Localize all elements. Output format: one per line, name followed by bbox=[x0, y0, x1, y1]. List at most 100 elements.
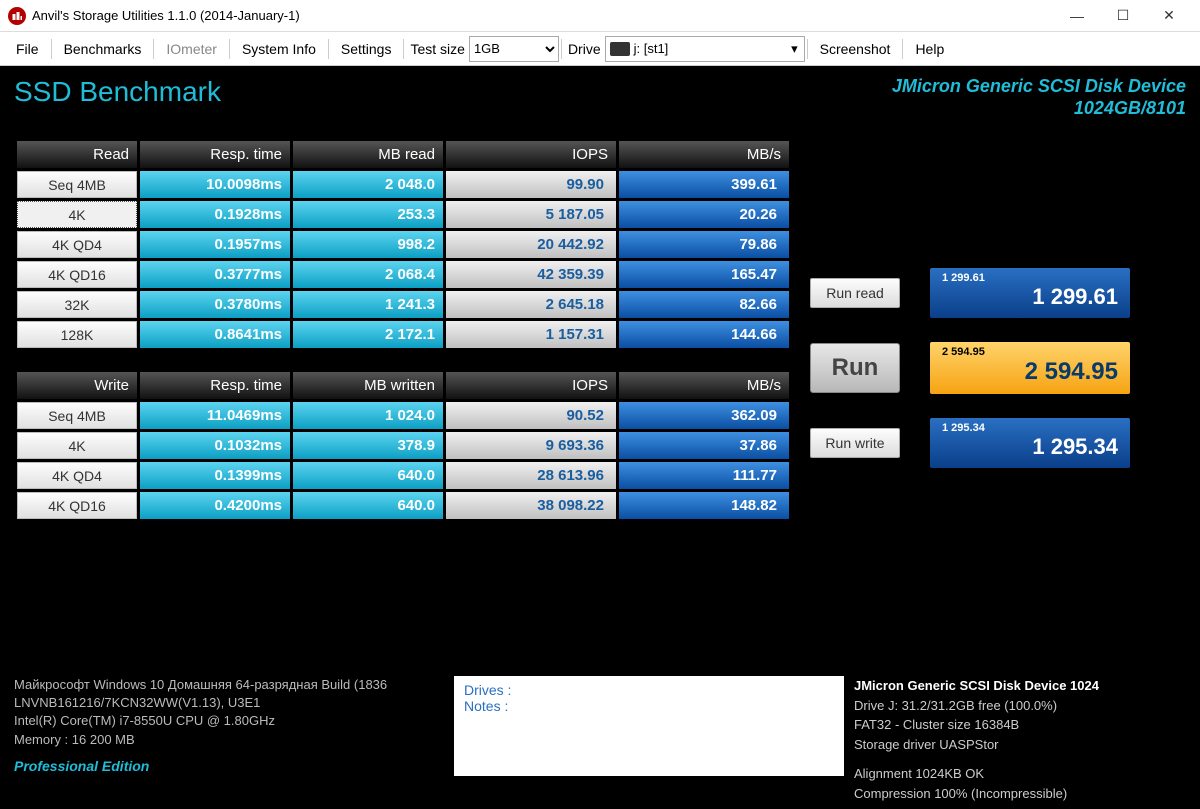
iops-header: IOPS bbox=[446, 372, 616, 399]
row-label-button[interactable]: 4K QD4 bbox=[17, 462, 137, 489]
row-label-button[interactable]: Seq 4MB bbox=[17, 171, 137, 198]
cell-mbs: 362.09 bbox=[619, 402, 789, 429]
cell-resp: 0.4200ms bbox=[140, 492, 290, 519]
mbs-header: MB/s bbox=[619, 141, 789, 168]
cell-iops: 99.90 bbox=[446, 171, 616, 198]
app-icon bbox=[8, 7, 26, 25]
row-label-button[interactable]: 4K bbox=[17, 201, 137, 228]
drive-label: Drive bbox=[568, 41, 601, 57]
mbs-header: MB/s bbox=[619, 372, 789, 399]
menu-file[interactable]: File bbox=[6, 37, 49, 61]
cell-resp: 0.1928ms bbox=[140, 201, 290, 228]
write-score: 1 295.34 1 295.34 bbox=[930, 418, 1130, 468]
cell-mbs: 165.47 bbox=[619, 261, 789, 288]
row-label-button[interactable]: 4K QD4 bbox=[17, 231, 137, 258]
page-title: SSD Benchmark bbox=[14, 76, 221, 108]
cell-mbs: 37.86 bbox=[619, 432, 789, 459]
drive-fs: FAT32 - Cluster size 16384B bbox=[854, 715, 1184, 735]
cell-iops: 90.52 bbox=[446, 402, 616, 429]
notes-box[interactable]: Drives : Notes : bbox=[454, 676, 844, 776]
cell-iops: 42 359.39 bbox=[446, 261, 616, 288]
cell-mb: 2 068.4 bbox=[293, 261, 443, 288]
cell-mbs: 111.77 bbox=[619, 462, 789, 489]
row-label-button[interactable]: 128K bbox=[17, 321, 137, 348]
table-row: 4K QD160.4200ms640.038 098.22148.82 bbox=[17, 492, 789, 519]
menu-screenshot[interactable]: Screenshot bbox=[810, 37, 901, 61]
device-info: JMicron Generic SCSI Disk Device 1024GB/… bbox=[892, 76, 1186, 119]
iops-header: IOPS bbox=[446, 141, 616, 168]
cell-iops: 2 645.18 bbox=[446, 291, 616, 318]
run-button[interactable]: Run bbox=[810, 343, 900, 393]
system-info-right: JMicron Generic SCSI Disk Device 1024 Dr… bbox=[854, 676, 1184, 803]
write-score-large: 1 295.34 bbox=[1032, 434, 1118, 459]
cell-iops: 1 157.31 bbox=[446, 321, 616, 348]
table-row: 4K QD160.3777ms2 068.442 359.39165.47 bbox=[17, 261, 789, 288]
drive-select[interactable]: j: [st1] ▾ bbox=[605, 36, 805, 62]
cell-mbs: 20.26 bbox=[619, 201, 789, 228]
cell-iops: 20 442.92 bbox=[446, 231, 616, 258]
device-name: JMicron Generic SCSI Disk Device bbox=[892, 76, 1186, 98]
cell-resp: 11.0469ms bbox=[140, 402, 290, 429]
sys-board: LNVNB161216/7KCN32WW(V1.13), U3E1 bbox=[14, 694, 444, 712]
cell-resp: 0.1957ms bbox=[140, 231, 290, 258]
sys-cpu: Intel(R) Core(TM) i7-8550U CPU @ 1.80GHz bbox=[14, 712, 444, 730]
menu-iometer[interactable]: IOmeter bbox=[156, 37, 227, 61]
titlebar: Anvil's Storage Utilities 1.1.0 (2014-Ja… bbox=[0, 0, 1200, 32]
cell-mb: 253.3 bbox=[293, 201, 443, 228]
drive-value: j: [st1] bbox=[634, 41, 669, 56]
close-button[interactable]: ✕ bbox=[1146, 1, 1192, 31]
cell-mbs: 144.66 bbox=[619, 321, 789, 348]
sys-os: Майкрософт Windows 10 Домашняя 64-разряд… bbox=[14, 676, 444, 694]
cell-iops: 5 187.05 bbox=[446, 201, 616, 228]
table-row: Seq 4MB11.0469ms1 024.090.52362.09 bbox=[17, 402, 789, 429]
cell-mb: 2 172.1 bbox=[293, 321, 443, 348]
read-score: 1 299.61 1 299.61 bbox=[930, 268, 1130, 318]
menu-help[interactable]: Help bbox=[905, 37, 954, 61]
maximize-button[interactable]: ☐ bbox=[1100, 1, 1146, 31]
row-label-button[interactable]: 4K QD16 bbox=[17, 492, 137, 519]
total-score-large: 2 594.95 bbox=[1025, 358, 1118, 385]
row-label-button[interactable]: 4K bbox=[17, 432, 137, 459]
cell-iops: 28 613.96 bbox=[446, 462, 616, 489]
minimize-button[interactable]: — bbox=[1054, 1, 1100, 31]
row-label-button[interactable]: Seq 4MB bbox=[17, 402, 137, 429]
table-row: 4K QD40.1957ms998.220 442.9279.86 bbox=[17, 231, 789, 258]
chevron-down-icon: ▾ bbox=[791, 41, 798, 57]
test-size-select[interactable]: 1GB bbox=[469, 36, 559, 62]
table-row: 4K QD40.1399ms640.028 613.96111.77 bbox=[17, 462, 789, 489]
total-score-small: 2 594.95 bbox=[942, 346, 1118, 358]
read-header: Read bbox=[17, 141, 137, 168]
system-info-left: Майкрософт Windows 10 Домашняя 64-разряд… bbox=[14, 676, 444, 776]
write-header: Write bbox=[17, 372, 137, 399]
menu-system-info[interactable]: System Info bbox=[232, 37, 326, 61]
menu-settings[interactable]: Settings bbox=[331, 37, 402, 61]
write-score-small: 1 295.34 bbox=[942, 422, 1118, 434]
total-score: 2 594.95 2 594.95 bbox=[930, 342, 1130, 394]
row-label-button[interactable]: 32K bbox=[17, 291, 137, 318]
run-write-button[interactable]: Run write bbox=[810, 428, 900, 458]
cell-resp: 0.1399ms bbox=[140, 462, 290, 489]
read-table: Read Resp. time MB read IOPS MB/s Seq 4M… bbox=[14, 138, 792, 351]
row-label-button[interactable]: 4K QD16 bbox=[17, 261, 137, 288]
menu-benchmarks[interactable]: Benchmarks bbox=[54, 37, 152, 61]
drive-compression: Compression 100% (Incompressible) bbox=[854, 784, 1184, 804]
test-size-label: Test size bbox=[410, 41, 464, 57]
window-title: Anvil's Storage Utilities 1.1.0 (2014-Ja… bbox=[32, 8, 300, 23]
drive-icon bbox=[610, 42, 630, 56]
read-score-small: 1 299.61 bbox=[942, 272, 1118, 284]
cell-mbs: 82.66 bbox=[619, 291, 789, 318]
menubar: File Benchmarks IOmeter System Info Sett… bbox=[0, 32, 1200, 66]
resp-header: Resp. time bbox=[140, 141, 290, 168]
run-read-button[interactable]: Run read bbox=[810, 278, 900, 308]
read-score-large: 1 299.61 bbox=[1032, 284, 1118, 309]
cell-mb: 1 241.3 bbox=[293, 291, 443, 318]
table-row: Seq 4MB10.0098ms2 048.099.90399.61 bbox=[17, 171, 789, 198]
resp-header: Resp. time bbox=[140, 372, 290, 399]
table-row: 4K0.1928ms253.35 187.0520.26 bbox=[17, 201, 789, 228]
cell-mb: 378.9 bbox=[293, 432, 443, 459]
cell-resp: 0.3777ms bbox=[140, 261, 290, 288]
cell-mb: 640.0 bbox=[293, 462, 443, 489]
table-row: 4K0.1032ms378.99 693.3637.86 bbox=[17, 432, 789, 459]
edition-label: Professional Edition bbox=[14, 757, 444, 777]
mbread-header: MB read bbox=[293, 141, 443, 168]
